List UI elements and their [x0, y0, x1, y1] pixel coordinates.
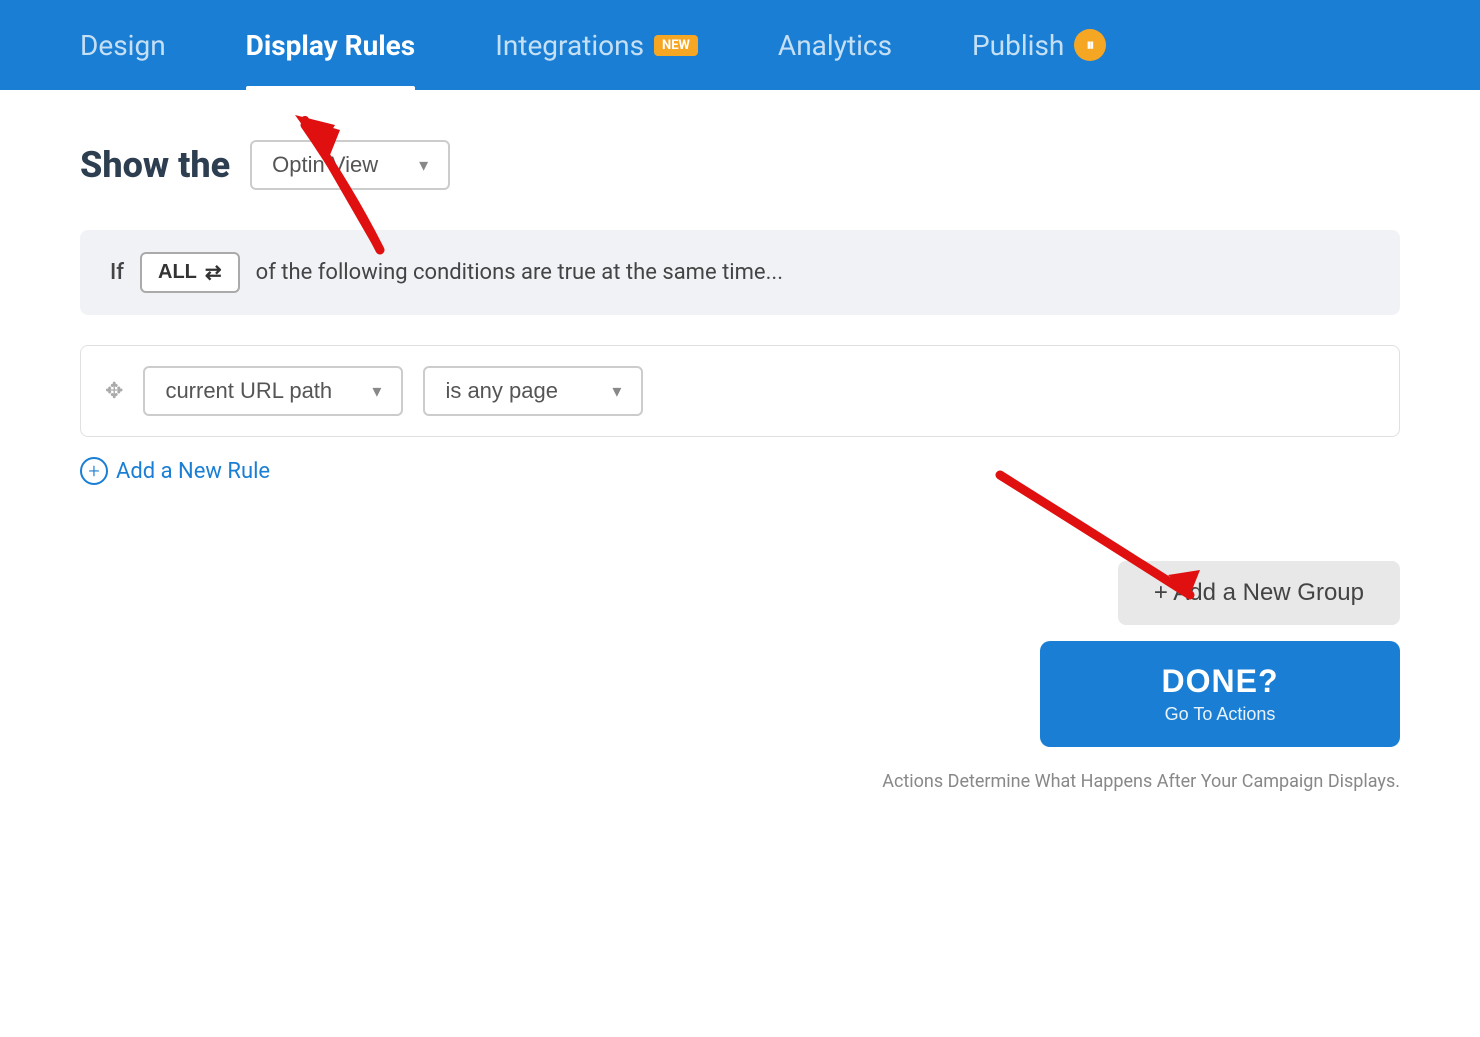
- show-the-row: Show the Optin View ▾: [80, 140, 1400, 190]
- nav-item-analytics[interactable]: Analytics: [738, 0, 932, 90]
- done-button-title: DONE?: [1100, 663, 1340, 700]
- show-prefix: Show the: [80, 144, 230, 186]
- toggle-icon: ⇄: [205, 260, 222, 285]
- rule-field-dropdown[interactable]: current URL path ▾: [143, 366, 403, 416]
- nav-item-publish[interactable]: Publish ⏸: [932, 0, 1146, 90]
- main-header: Design Display Rules Integrations NEW An…: [0, 0, 1480, 90]
- publish-badge: ⏸: [1074, 29, 1106, 61]
- done-button-subtitle: Go To Actions: [1100, 704, 1340, 725]
- if-label: If: [110, 260, 124, 285]
- actions-footnote: Actions Determine What Happens After You…: [882, 771, 1400, 792]
- nav-item-integrations[interactable]: Integrations NEW: [455, 0, 738, 90]
- integrations-badge: NEW: [654, 35, 698, 56]
- bottom-actions: + Add a New Group DONE? Go To Actions Ac…: [80, 545, 1400, 792]
- done-button[interactable]: DONE? Go To Actions: [1040, 641, 1400, 747]
- all-toggle-button[interactable]: ALL ⇄: [140, 252, 240, 293]
- nav-item-display-rules[interactable]: Display Rules: [206, 0, 456, 90]
- condition-suffix: of the following conditions are true at …: [256, 260, 783, 285]
- main-nav: Design Display Rules Integrations NEW An…: [40, 0, 1440, 90]
- view-dropdown-chevron: ▾: [419, 155, 428, 176]
- condition-bar: If ALL ⇄ of the following conditions are…: [80, 230, 1400, 315]
- rule-row: ✥ current URL path ▾ is any page ▾: [80, 345, 1400, 437]
- main-content: Show the Optin View ▾ If ALL ⇄ of the fo…: [0, 90, 1480, 1037]
- drag-handle-icon[interactable]: ✥: [105, 379, 123, 404]
- arrow-annotation-done: [880, 445, 1380, 645]
- view-dropdown[interactable]: Optin View ▾: [250, 140, 450, 190]
- rule-operator-dropdown[interactable]: is any page ▾: [423, 366, 643, 416]
- add-rule-label: Add a New Rule: [116, 459, 270, 484]
- rule-operator-chevron: ▾: [612, 381, 621, 402]
- add-rule-circle-icon: +: [80, 457, 108, 485]
- rule-field-chevron: ▾: [372, 381, 381, 402]
- nav-item-design[interactable]: Design: [40, 0, 206, 90]
